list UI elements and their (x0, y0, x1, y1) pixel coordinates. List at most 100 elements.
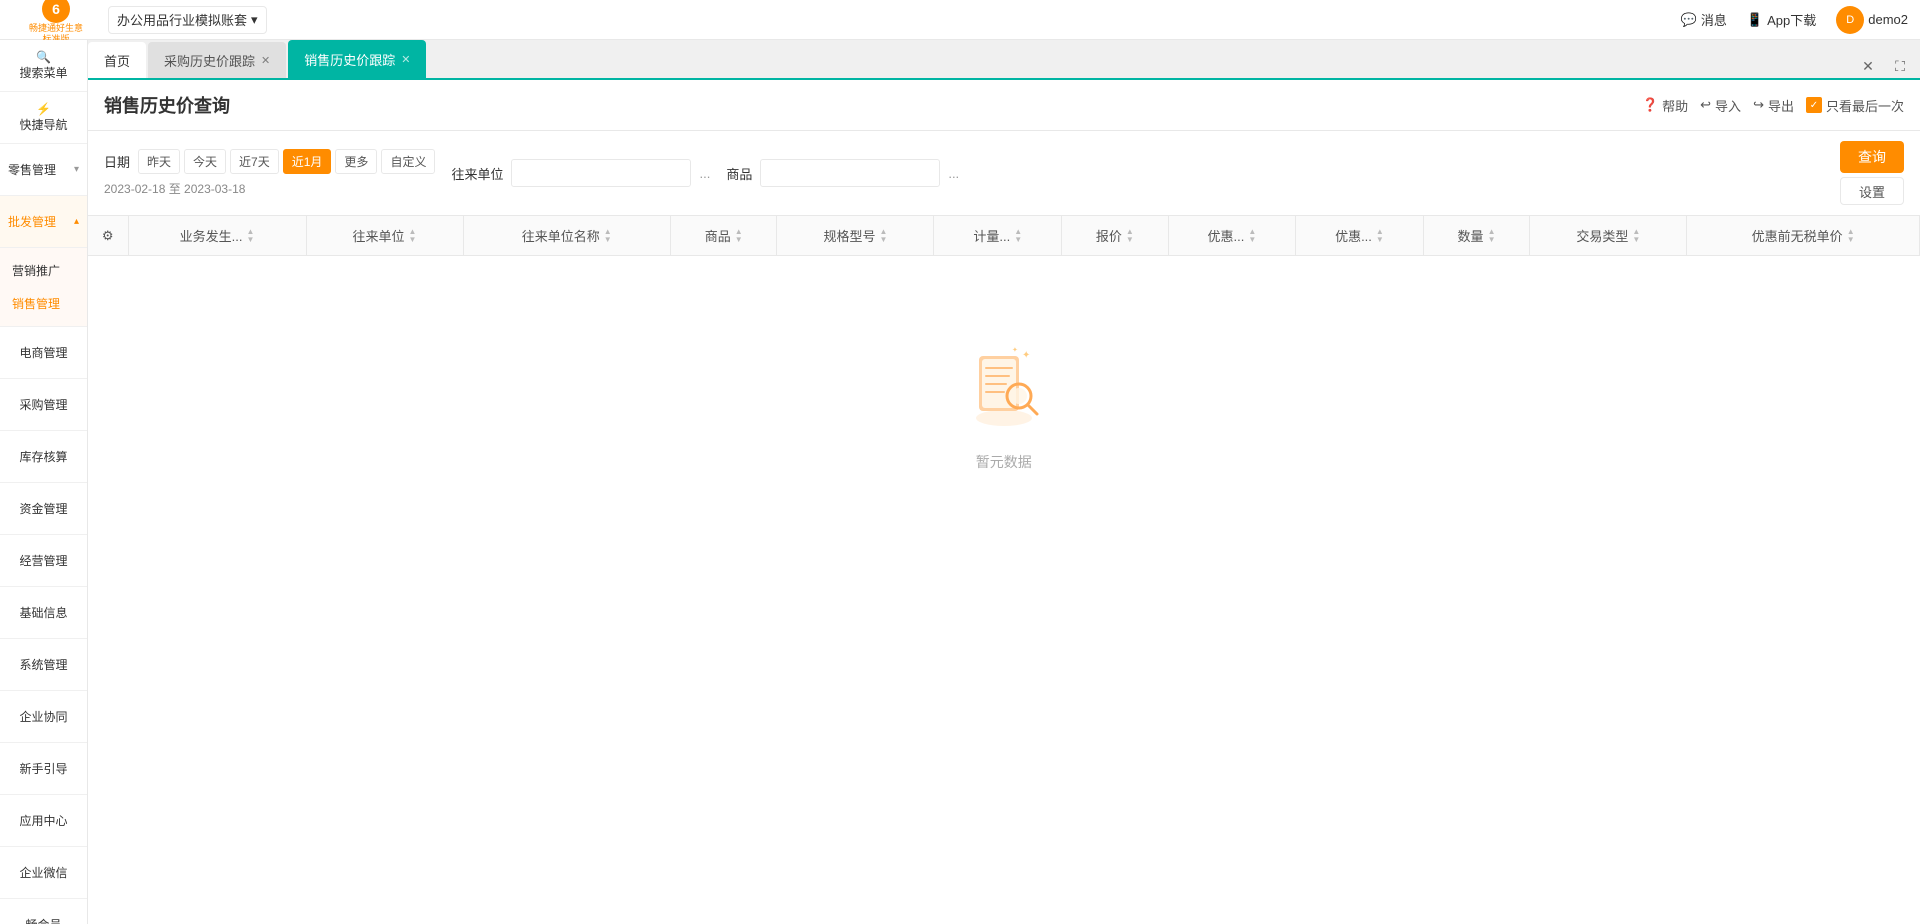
only-last-checkbox-item[interactable]: ✓ 只看最后一次 (1806, 96, 1904, 115)
import-label: 导入 (1715, 96, 1741, 115)
th-pretax-price[interactable]: 优惠前无税单价 ▲▼ (1687, 216, 1920, 256)
spec-label: 规格型号 (824, 226, 876, 245)
th-unit-code[interactable]: 往来单位 ▲▼ (306, 216, 463, 256)
sort-icon: ▲▼ (1847, 228, 1855, 244)
user-item[interactable]: D demo2 (1836, 6, 1908, 34)
page-title: 销售历史价查询 (104, 92, 230, 130)
top-bar: 6 畅捷通好生意 标准版 办公用品行业模拟账套 ▾ 💬 消息 📱 App下载 D… (0, 0, 1920, 40)
close-tab-button[interactable]: ✕ (1856, 54, 1880, 78)
tab-home[interactable]: 首页 (88, 42, 146, 78)
th-biz-date[interactable]: 业务发生... ▲▼ (128, 216, 306, 256)
help-icon: ❓ (1642, 97, 1658, 113)
th-trade-type[interactable]: 交易类型 ▲▼ (1530, 216, 1687, 256)
biz-date-label: 业务发生... (180, 226, 243, 245)
sidebar-item-basic-info[interactable]: 基础信息 (0, 587, 87, 639)
from-unit-input[interactable] (511, 159, 691, 187)
message-item[interactable]: 💬 消息 (1681, 10, 1727, 29)
purchase-history-tab-label: 采购历史价跟踪 (164, 51, 255, 70)
import-button[interactable]: ↩ 导入 (1700, 96, 1741, 115)
help-button[interactable]: ❓ 帮助 (1642, 96, 1688, 115)
quote-label: 报价 (1096, 226, 1122, 245)
export-button[interactable]: ↪ 导出 (1753, 96, 1794, 115)
message-icon: 💬 (1681, 12, 1697, 28)
trade-type-label: 交易类型 (1576, 226, 1628, 245)
only-last-checkbox[interactable]: ✓ (1806, 97, 1822, 113)
empty-state: ✦ ✦ 暂元数据 (88, 256, 1920, 552)
unit-name-label: 往来单位名称 (522, 226, 600, 245)
settings-icon[interactable]: ⚙ (102, 228, 114, 243)
th-unit[interactable]: 计量... ▲▼ (934, 216, 1062, 256)
th-spec[interactable]: 规格型号 ▲▼ (777, 216, 934, 256)
sidebar-item-purchase[interactable]: 采购管理 (0, 379, 87, 431)
sidebar-item-cooperation[interactable]: 企业协同 (0, 691, 87, 743)
sidebar-item-new-guide[interactable]: 新手引导 (0, 743, 87, 795)
sidebar-item-label: 快捷导航 (19, 116, 67, 133)
empty-text: 暂元数据 (976, 452, 1032, 472)
sort-icon: ▲▼ (1376, 228, 1384, 244)
th-quantity[interactable]: 数量 ▲▼ (1423, 216, 1530, 256)
sidebar-item-wholesale-mgmt[interactable]: 批发管理 ▴ (0, 196, 87, 248)
date-btn-today[interactable]: 今天 (184, 149, 226, 174)
sidebar-item-marketing[interactable]: 营销推广 (0, 254, 87, 287)
app-selector[interactable]: 办公用品行业模拟账套 ▾ (108, 6, 267, 34)
maximize-button[interactable]: ⛶ (1888, 54, 1912, 78)
date-btn-yesterday[interactable]: 昨天 (138, 149, 180, 174)
message-label: 消息 (1701, 10, 1727, 29)
date-filter-group: 日期 昨天 今天 近7天 近1月 更多 自定义 (104, 149, 435, 174)
sidebar-item-membership[interactable]: 畅会员 (0, 899, 87, 924)
sidebar-item-ecommerce[interactable]: 电商管理 (0, 327, 87, 379)
settings-button[interactable]: 设置 (1840, 177, 1904, 205)
sidebar-item-finance[interactable]: 资金管理 (0, 483, 87, 535)
sidebar: 🔍 搜索菜单 ⚡ 快捷导航 零售管理 ▾ 批发管理 ▴ 营销推广 销售管理 电商… (0, 40, 88, 924)
goods-input[interactable] (760, 159, 940, 187)
date-btn-custom[interactable]: 自定义 (381, 149, 435, 174)
sidebar-item-search-menu[interactable]: 🔍 搜索菜单 (0, 40, 87, 92)
pretax-price-label: 优惠前无税单价 (1752, 226, 1843, 245)
purchase-history-close-icon[interactable]: ✕ (261, 54, 270, 67)
app-download-item[interactable]: 📱 App下载 (1747, 10, 1816, 29)
from-unit-dots-icon[interactable]: ... (699, 166, 710, 181)
sort-icon: ▲▼ (1014, 228, 1022, 244)
sidebar-item-label: 电商管理 (19, 344, 67, 361)
date-btn-more[interactable]: 更多 (335, 149, 377, 174)
th-discount2[interactable]: 优惠... ▲▼ (1296, 216, 1424, 256)
sidebar-item-enterprise-wechat[interactable]: 企业微信 (0, 847, 87, 899)
tab-purchase-history[interactable]: 采购历史价跟踪 ✕ (148, 42, 286, 78)
logo-icon: 6 (42, 0, 70, 23)
sales-history-tab-label: 销售历史价跟踪 (304, 50, 395, 69)
th-unit-name[interactable]: 往来单位名称 ▲▼ (463, 216, 670, 256)
sidebar-item-system[interactable]: 系统管理 (0, 639, 87, 691)
th-goods[interactable]: 商品 ▲▼ (670, 216, 777, 256)
sidebar-item-label: 搜索菜单 (19, 64, 67, 81)
tab-sales-history[interactable]: 销售历史价跟踪 ✕ (288, 40, 426, 78)
top-bar-right: 💬 消息 📱 App下载 D demo2 (1681, 6, 1908, 34)
date-btn-1month[interactable]: 近1月 (283, 149, 332, 174)
chevron-down-icon: ▴ (74, 216, 79, 227)
goods-label: 商品 (726, 164, 752, 183)
th-quote[interactable]: 报价 ▲▼ (1062, 216, 1169, 256)
goods-dots-icon[interactable]: ... (948, 166, 959, 181)
sidebar-item-label: 基础信息 (19, 604, 67, 621)
sidebar-item-operations[interactable]: 经营管理 (0, 535, 87, 587)
svg-text:✦: ✦ (1022, 350, 1030, 361)
date-btn-7days[interactable]: 近7天 (230, 149, 279, 174)
header-row: ⚙ 业务发生... ▲▼ 往来单位 (88, 216, 1920, 256)
sales-history-close-icon[interactable]: ✕ (401, 53, 410, 66)
sidebar-item-sales-mgmt[interactable]: 销售管理 (0, 287, 87, 320)
sort-icon: ▲▼ (1488, 228, 1496, 244)
sidebar-item-label: 采购管理 (19, 396, 67, 413)
sidebar-item-label: 应用中心 (19, 812, 67, 829)
sidebar-item-app-center[interactable]: 应用中心 (0, 795, 87, 847)
sidebar-item-retail-mgmt[interactable]: 零售管理 ▾ (0, 144, 87, 196)
query-button[interactable]: 查询 (1840, 141, 1904, 173)
th-discount1[interactable]: 优惠... ▲▼ (1168, 216, 1296, 256)
table-container: ⚙ 业务发生... ▲▼ 往来单位 (88, 216, 1920, 924)
sidebar-item-quick-nav[interactable]: ⚡ 快捷导航 (0, 92, 87, 144)
sidebar-expand-wholesale: 营销推广 销售管理 (0, 248, 87, 327)
sort-icon: ▲▼ (1126, 228, 1134, 244)
home-tab-label: 首页 (104, 51, 130, 70)
date-range-text: 2023-02-18 至 2023-03-18 (104, 180, 435, 197)
goods-filter-group: 商品 ... (726, 159, 959, 187)
avatar: D (1836, 6, 1864, 34)
sidebar-item-inventory[interactable]: 库存核算 (0, 431, 87, 483)
